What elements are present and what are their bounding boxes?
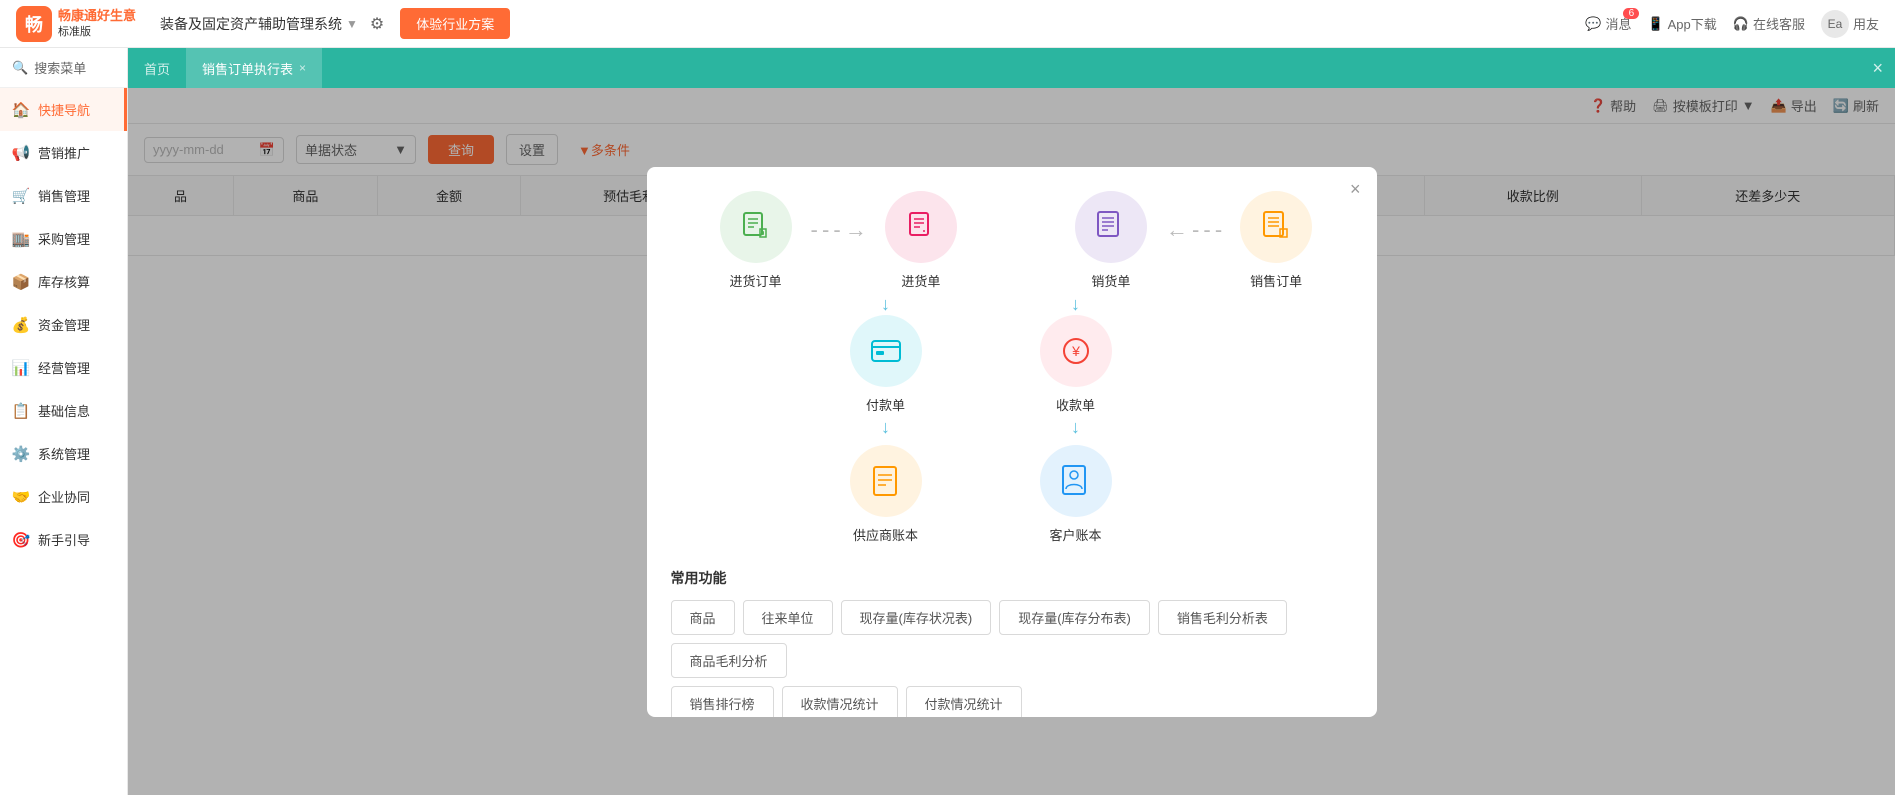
sidebar-item-inventory[interactable]: 📦 库存核算 — [0, 260, 127, 303]
avatar: Ea — [1821, 10, 1849, 38]
flow-item-purchase-order: 进货订单 — [691, 191, 821, 290]
purchase-order-circle — [720, 191, 792, 263]
system-dropdown-icon[interactable]: ▼ — [346, 17, 358, 31]
user-action[interactable]: Ea 用友 — [1821, 10, 1879, 38]
settings-icon[interactable]: ⚙ — [370, 14, 384, 34]
window-close-icon[interactable]: × — [1872, 58, 1883, 78]
corp-icon: 🤝 — [12, 488, 30, 506]
supplier-ledger-circle — [850, 445, 922, 517]
func-btn-customer[interactable]: 往来单位 — [743, 600, 833, 635]
sidebar-item-operation[interactable]: 📊 经营管理 — [0, 346, 127, 389]
message-action[interactable]: 💬 消息 6 — [1585, 14, 1631, 33]
search-icon: 🔍 — [12, 60, 28, 76]
sales-icon: 🛒 — [12, 187, 30, 205]
flow-item-purchase-slip: 进货单 — [856, 191, 986, 290]
modal: × 进货订单 — [647, 167, 1377, 717]
top-bar-right: 💬 消息 6 📱 App下载 🎧 在线客服 Ea 用友 — [1585, 10, 1879, 38]
tab-bar: 首页 销售订单执行表 × × — [128, 48, 1895, 88]
func-btn-sales-profit[interactable]: 销售毛利分析表 — [1158, 600, 1287, 635]
func-btn-stock-status[interactable]: 现存量(库存状况表) — [841, 600, 992, 635]
flow-item-sales-slip: 销货单 — [1046, 191, 1176, 290]
sidebar-item-basic[interactable]: 📋 基础信息 — [0, 389, 127, 432]
func-btn-stock-dist[interactable]: 现存量(库存分布表) — [999, 600, 1150, 635]
inventory-icon: 📦 — [12, 273, 30, 291]
newbie-icon: 🎯 — [12, 531, 30, 549]
func-btn-payment-stats[interactable]: 付款情况统计 — [906, 686, 1022, 716]
customer-ledger-circle — [1040, 445, 1112, 517]
sales-slip-circle — [1075, 191, 1147, 263]
sales-order-circle — [1240, 191, 1312, 263]
basic-icon: 📋 — [12, 402, 30, 420]
purchase-slip-circle — [885, 191, 957, 263]
func-btn-product-profit[interactable]: 商品毛利分析 — [671, 643, 787, 678]
tab-bar-right: × — [1872, 58, 1895, 79]
func-btns-row1: 商品 往来单位 现存量(库存状况表) 现存量(库存分布表) 销售毛利分析表 商品… — [671, 600, 1353, 678]
sidebar-item-purchase[interactable]: 🏬 采购管理 — [0, 217, 127, 260]
tab-home[interactable]: 首页 — [128, 48, 186, 88]
logo-text: 畅康通好生意 标准版 — [58, 8, 136, 39]
marketing-icon: 📢 — [12, 144, 30, 162]
tab-close-icon[interactable]: × — [299, 61, 306, 75]
message-badge: 6 — [1623, 8, 1639, 19]
content-area: 首页 销售订单执行表 × × ❓ 帮助 — [128, 48, 1895, 795]
online-service-action[interactable]: 🎧 在线客服 — [1733, 14, 1805, 33]
receipt-circle: ¥ — [1040, 315, 1112, 387]
app-download-action[interactable]: 📱 App下载 — [1647, 14, 1716, 33]
system-name: 装备及固定资产辅助管理系统 — [160, 14, 342, 34]
modal-overlay[interactable]: × 进货订单 — [128, 88, 1895, 795]
sidebar: 🔍 搜索菜单 🏠 快捷导航 📢 营销推广 🛒 销售管理 🏬 采购管理 📦 — [0, 48, 128, 795]
func-btn-product[interactable]: 商品 — [671, 600, 735, 635]
quick-nav-icon: 🏠 — [12, 101, 30, 119]
trial-button[interactable]: 体验行业方案 — [400, 8, 510, 39]
top-bar-middle: 装备及固定资产辅助管理系统 ▼ ⚙ 体验行业方案 — [144, 8, 1585, 39]
flow-section: 进货订单 - - - → — [671, 191, 1353, 545]
func-btns-row2: 销售排行榜 收款情况统计 付款情况统计 — [671, 686, 1353, 716]
sidebar-item-system[interactable]: ⚙️ 系统管理 — [0, 432, 127, 475]
purchase-icon: 🏬 — [12, 230, 30, 248]
sidebar-item-newbie[interactable]: 🎯 新手引导 — [0, 518, 127, 561]
page-content: ❓ 帮助 🖨 按模板打印 ▼ 📤 导出 🔄 — [128, 88, 1895, 795]
logo-icon: 畅 — [16, 6, 52, 42]
message-icon: 💬 — [1585, 16, 1601, 32]
payment-circle — [850, 315, 922, 387]
func-btn-receipt-stats[interactable]: 收款情况统计 — [782, 686, 898, 716]
service-icon: 🎧 — [1733, 16, 1749, 32]
finance-icon: 💰 — [12, 316, 30, 334]
logo-area: 畅 畅康通好生意 标准版 — [16, 6, 144, 42]
func-btn-sales-ranking[interactable]: 销售排行榜 — [671, 686, 774, 716]
sidebar-item-marketing[interactable]: 📢 营销推广 — [0, 131, 127, 174]
search-menu[interactable]: 🔍 搜索菜单 — [0, 48, 127, 88]
flow-item-sales-order: 销售订单 — [1211, 191, 1341, 290]
system-icon: ⚙️ — [12, 445, 30, 463]
sidebar-item-sales[interactable]: 🛒 销售管理 — [0, 174, 127, 217]
sidebar-item-finance[interactable]: 💰 资金管理 — [0, 303, 127, 346]
modal-close-button[interactable]: × — [1350, 179, 1361, 200]
operation-icon: 📊 — [12, 359, 30, 377]
sidebar-item-corp[interactable]: 🤝 企业协同 — [0, 475, 127, 518]
tab-sales-order[interactable]: 销售订单执行表 × — [186, 48, 322, 88]
download-icon: 📱 — [1647, 16, 1663, 32]
svg-text:¥: ¥ — [1071, 343, 1080, 359]
sidebar-item-quick-nav[interactable]: 🏠 快捷导航 — [0, 88, 127, 131]
common-functions-section: 常用功能 商品 往来单位 现存量(库存状况表) 现存量(库存分布表) 销售毛利分… — [671, 568, 1353, 716]
common-functions-title: 常用功能 — [671, 568, 1353, 588]
